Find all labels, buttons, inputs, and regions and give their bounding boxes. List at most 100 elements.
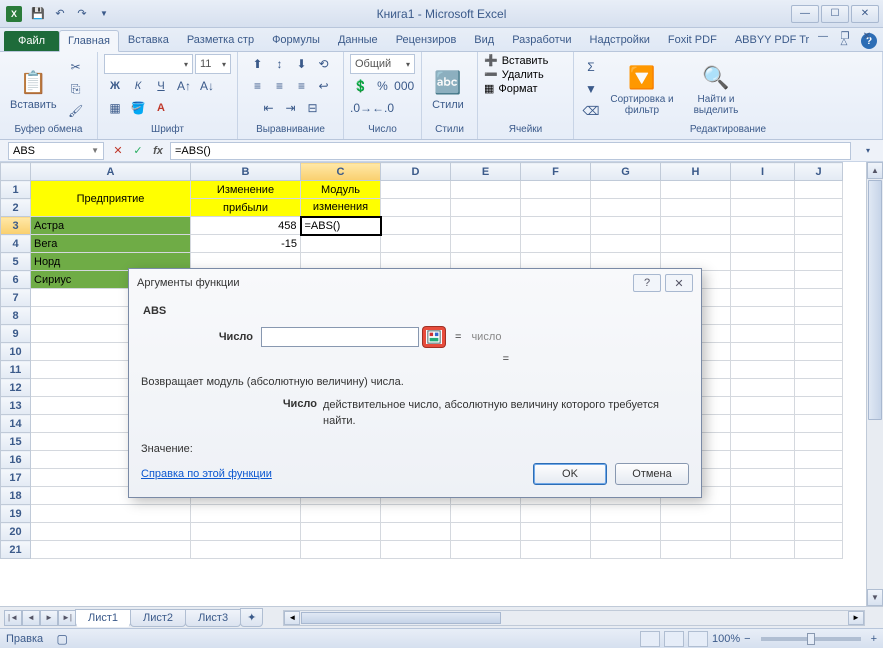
range-selector-button[interactable] (423, 327, 445, 347)
cell-F4[interactable] (521, 235, 591, 253)
col-header-H[interactable]: H (661, 163, 731, 181)
font-name-combo[interactable]: ▾ (104, 54, 193, 74)
cell-J5[interactable] (795, 253, 843, 271)
cell-D1[interactable] (381, 181, 451, 199)
cell-J14[interactable] (795, 415, 843, 433)
qat-dropdown-icon[interactable]: ▼ (94, 4, 114, 24)
tab-foxit[interactable]: Foxit PDF (659, 29, 726, 51)
cell-I8[interactable] (731, 307, 795, 325)
cell-D20[interactable] (381, 523, 451, 541)
cell-C21[interactable] (301, 541, 381, 559)
row-header-17[interactable]: 17 (1, 469, 31, 487)
cell-A21[interactable] (31, 541, 191, 559)
wb-close-button[interactable]: ✕ (857, 28, 877, 44)
cell-D2[interactable] (381, 199, 451, 217)
cell-C4[interactable] (301, 235, 381, 253)
row-header-2[interactable]: 2 (1, 199, 31, 217)
cell-J4[interactable] (795, 235, 843, 253)
cell-A20[interactable] (31, 523, 191, 541)
cell-E20[interactable] (451, 523, 521, 541)
cell-C19[interactable] (301, 505, 381, 523)
sheet-nav-last-icon[interactable]: ►| (58, 610, 76, 626)
cell-I18[interactable] (731, 487, 795, 505)
tab-home[interactable]: Главная (59, 30, 119, 52)
cell-F20[interactable] (521, 523, 591, 541)
cell-G2[interactable] (591, 199, 661, 217)
cell-J9[interactable] (795, 325, 843, 343)
col-header-J[interactable]: J (795, 163, 843, 181)
format-painter-icon[interactable]: 🖌 (65, 101, 87, 121)
col-header-A[interactable]: A (31, 163, 191, 181)
cell-J17[interactable] (795, 469, 843, 487)
cell-I4[interactable] (731, 235, 795, 253)
redo-icon[interactable]: ↷ (72, 4, 92, 24)
cell-H19[interactable] (661, 505, 731, 523)
number-format-combo[interactable]: Общий▾ (350, 54, 415, 74)
page-break-view-icon[interactable] (688, 631, 708, 647)
align-left-icon[interactable]: ≡ (247, 76, 269, 96)
bold-icon[interactable]: Ж (104, 76, 126, 96)
shrink-font-icon[interactable]: A↓ (196, 76, 218, 96)
ok-button[interactable]: OK (533, 463, 607, 485)
cell-I17[interactable] (731, 469, 795, 487)
cell-I11[interactable] (731, 361, 795, 379)
cancel-formula-icon[interactable]: ✕ (108, 142, 128, 160)
row-header-15[interactable]: 15 (1, 433, 31, 451)
cell-J20[interactable] (795, 523, 843, 541)
cell-E2[interactable] (451, 199, 521, 217)
comma-icon[interactable]: 000 (393, 76, 415, 96)
dialog-help-button[interactable]: ? (633, 274, 661, 292)
tab-insert[interactable]: Вставка (119, 29, 178, 51)
scroll-up-icon[interactable]: ▲ (867, 162, 883, 179)
align-mid-icon[interactable]: ↕ (269, 54, 291, 74)
row-header-18[interactable]: 18 (1, 487, 31, 505)
percent-icon[interactable]: % (372, 76, 394, 96)
row-header-12[interactable]: 12 (1, 379, 31, 397)
zoom-level[interactable]: 100% (712, 633, 740, 645)
cell-I2[interactable] (731, 199, 795, 217)
cell-D19[interactable] (381, 505, 451, 523)
col-header-C[interactable]: C (301, 163, 381, 181)
cell-B19[interactable] (191, 505, 301, 523)
cell-G19[interactable] (591, 505, 661, 523)
sort-filter-button[interactable]: 🔽Сортировка и фильтр (606, 60, 678, 118)
cell-I20[interactable] (731, 523, 795, 541)
cell-J6[interactable] (795, 271, 843, 289)
cell-B20[interactable] (191, 523, 301, 541)
cell-J18[interactable] (795, 487, 843, 505)
cell-J11[interactable] (795, 361, 843, 379)
cell-J16[interactable] (795, 451, 843, 469)
cell-I5[interactable] (731, 253, 795, 271)
align-center-icon[interactable]: ≡ (269, 76, 291, 96)
cell-F2[interactable] (521, 199, 591, 217)
cell-F1[interactable] (521, 181, 591, 199)
tab-abbyy[interactable]: ABBYY PDF Tr (726, 29, 818, 51)
cell-J8[interactable] (795, 307, 843, 325)
cell-I14[interactable] (731, 415, 795, 433)
row-header-8[interactable]: 8 (1, 307, 31, 325)
tab-developer[interactable]: Разработчи (503, 29, 580, 51)
cell-J2[interactable] (795, 199, 843, 217)
cell-I21[interactable] (731, 541, 795, 559)
cell-I1[interactable] (731, 181, 795, 199)
cell-G21[interactable] (591, 541, 661, 559)
formula-input[interactable]: =ABS() (170, 142, 851, 160)
cell-I9[interactable] (731, 325, 795, 343)
align-right-icon[interactable]: ≡ (291, 76, 313, 96)
cell-E3[interactable] (451, 217, 521, 235)
minimize-button[interactable]: — (791, 5, 819, 23)
cell-J21[interactable] (795, 541, 843, 559)
scroll-right-icon[interactable]: ► (848, 611, 864, 625)
grow-font-icon[interactable]: A↑ (173, 76, 195, 96)
cell-F3[interactable] (521, 217, 591, 235)
tab-addins[interactable]: Надстройки (581, 29, 659, 51)
sheet-tab-3[interactable]: Лист3 (185, 609, 241, 627)
tab-data[interactable]: Данные (329, 29, 387, 51)
tab-layout[interactable]: Разметка стр (178, 29, 263, 51)
fill-icon[interactable]: ▼ (580, 79, 602, 99)
cell-I16[interactable] (731, 451, 795, 469)
cell-G1[interactable] (591, 181, 661, 199)
sheet-tab-2[interactable]: Лист2 (130, 609, 186, 627)
row-header-19[interactable]: 19 (1, 505, 31, 523)
cell-G4[interactable] (591, 235, 661, 253)
